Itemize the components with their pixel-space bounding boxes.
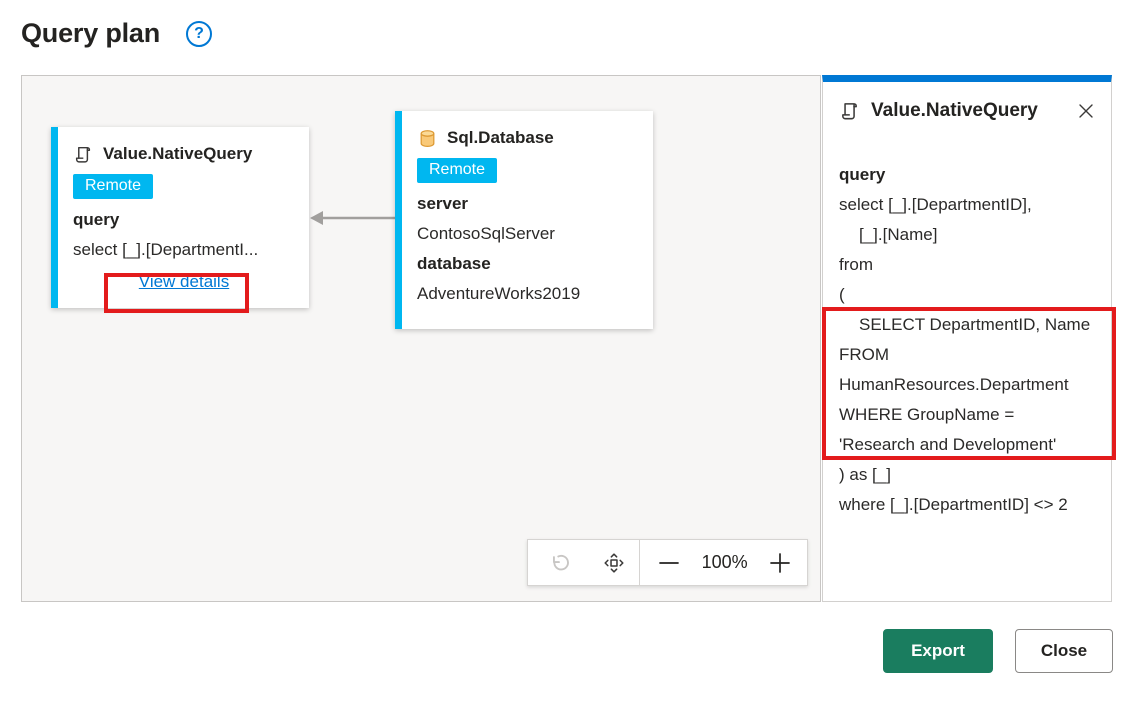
- zoom-out-button[interactable]: [640, 540, 697, 585]
- field-value: AdventureWorks2019: [417, 279, 639, 309]
- help-glyph: ?: [194, 25, 204, 43]
- zoom-level: 100%: [697, 540, 753, 585]
- node-link-row: View details: [73, 267, 295, 297]
- query-plan-dialog: Query plan ? Value.NativeQuery Remote qu…: [0, 0, 1144, 703]
- field-value: ContosoSqlServer: [417, 219, 639, 249]
- reset-view-button[interactable]: [528, 540, 590, 585]
- node-title-row: Sql.Database: [417, 123, 639, 153]
- node-title: Value.NativeQuery: [103, 144, 252, 164]
- node-sql-database[interactable]: Sql.Database Remote server ContosoSqlSer…: [395, 111, 653, 329]
- fit-view-icon: [603, 552, 625, 574]
- export-button[interactable]: Export: [883, 629, 993, 673]
- close-icon: [1077, 102, 1095, 120]
- header: Query plan ?: [21, 18, 212, 49]
- query-line: where [_].[DepartmentID] <> 2: [839, 490, 1109, 520]
- node-value-nativequery[interactable]: Value.NativeQuery Remote query select [_…: [51, 127, 309, 308]
- details-panel: Value.NativeQuery query select [_].[Depa…: [822, 75, 1112, 602]
- node-title-row: Value.NativeQuery: [73, 139, 295, 169]
- field-label: server: [417, 189, 639, 219]
- plus-icon: [768, 551, 792, 575]
- node-title: Sql.Database: [447, 128, 554, 148]
- field-label: query: [73, 205, 295, 235]
- query-line: select [_].[DepartmentID],: [839, 190, 1109, 220]
- query-line: SELECT DepartmentID, Name: [839, 310, 1109, 340]
- field-label: database: [417, 249, 639, 279]
- panel-close-button[interactable]: [1071, 96, 1101, 126]
- query-line: [_].[Name]: [839, 220, 1109, 250]
- remote-badge: Remote: [73, 174, 153, 199]
- zoom-in-button[interactable]: [752, 540, 807, 585]
- query-line: HumanResources.Department: [839, 370, 1109, 400]
- query-line: FROM: [839, 340, 1109, 370]
- fit-to-view-button[interactable]: [590, 540, 640, 585]
- script-scroll-icon: [73, 144, 94, 165]
- details-panel-title: Value.NativeQuery: [871, 100, 1061, 122]
- edge-arrow-icon: [309, 206, 395, 230]
- script-scroll-icon: [839, 100, 861, 122]
- query-line: ) as [_]: [839, 460, 1109, 490]
- view-details-link[interactable]: View details: [139, 272, 229, 292]
- close-button[interactable]: Close: [1015, 629, 1113, 673]
- minus-icon: [657, 551, 681, 575]
- remote-badge: Remote: [417, 158, 497, 183]
- query-text: query select [_].[DepartmentID], [_].[Na…: [839, 160, 1109, 520]
- help-icon[interactable]: ?: [186, 21, 212, 47]
- database-icon: [417, 128, 438, 149]
- query-line: query: [839, 160, 1109, 190]
- query-line: from: [839, 250, 1109, 280]
- query-line: 'Research and Development': [839, 430, 1109, 460]
- query-line: (: [839, 280, 1109, 310]
- field-value: select [_].[DepartmentI...: [73, 235, 295, 265]
- zoom-toolbar: 100%: [527, 539, 808, 586]
- page-title: Query plan: [21, 18, 160, 49]
- undo-icon: [548, 552, 570, 574]
- details-panel-header: Value.NativeQuery: [839, 96, 1101, 126]
- query-line: WHERE GroupName =: [839, 400, 1109, 430]
- query-plan-canvas[interactable]: Value.NativeQuery Remote query select [_…: [21, 75, 821, 602]
